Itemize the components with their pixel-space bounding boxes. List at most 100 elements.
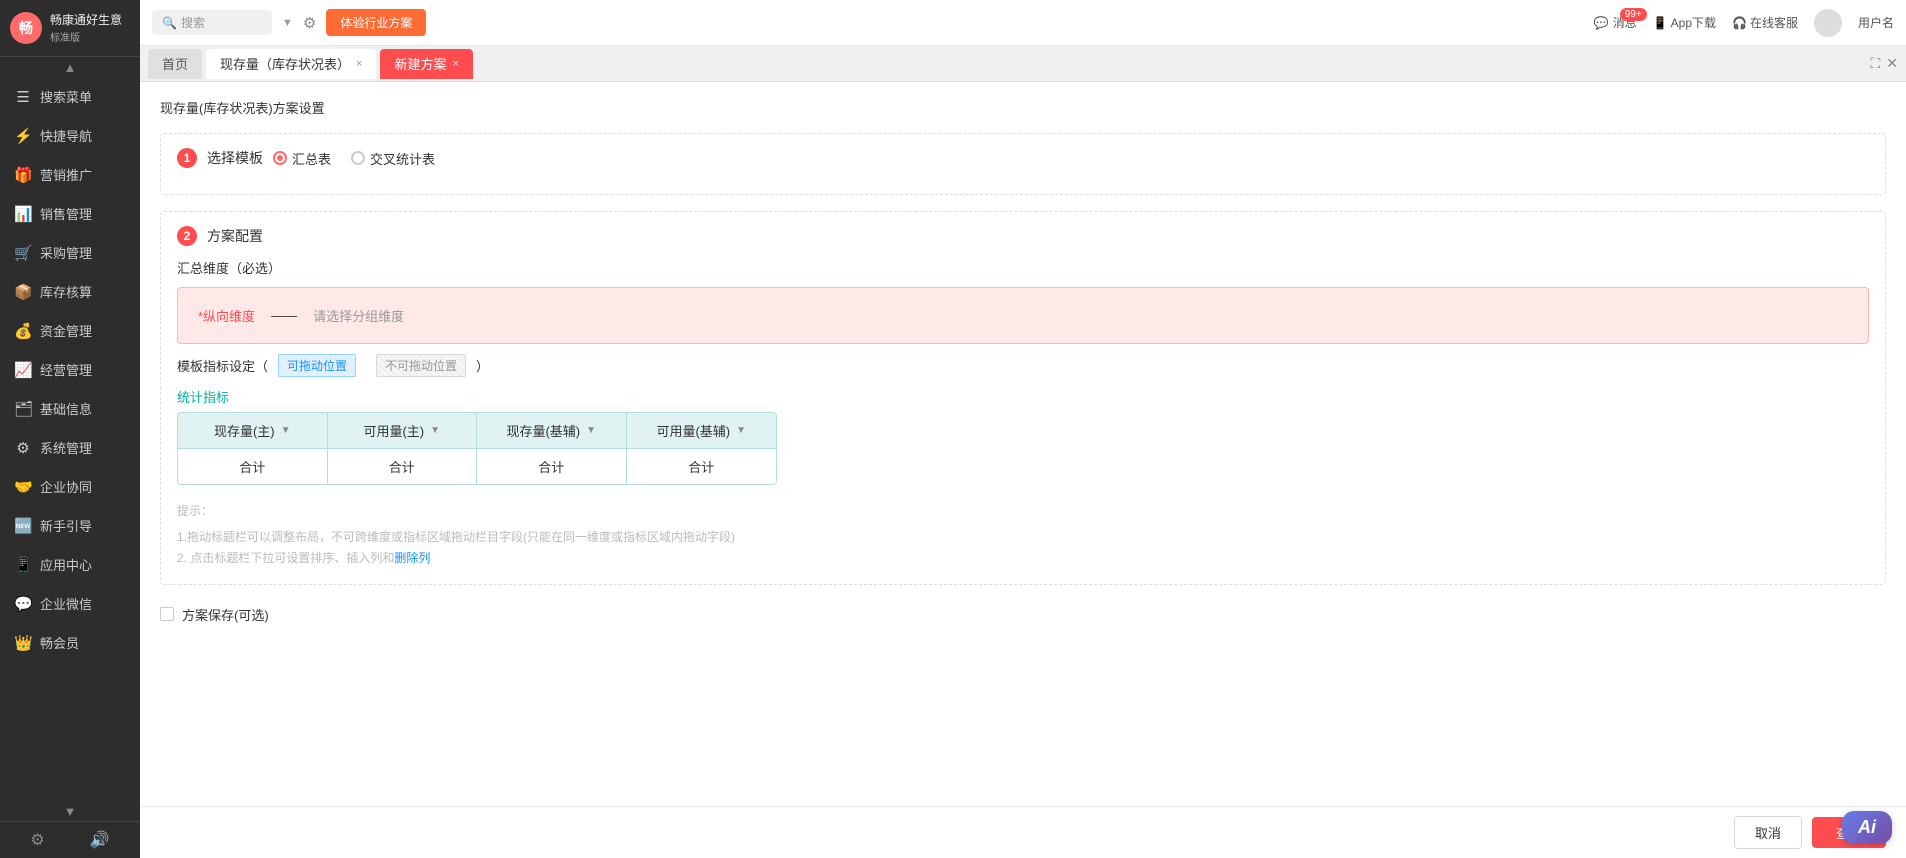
cell-2: 合计 (477, 449, 627, 484)
sidebar-item-basic-info[interactable]: 🗂 基础信息 (0, 389, 140, 428)
step1-badge: 1 (177, 148, 197, 168)
stats-table: 现存量(主) ▼ 可用量(主) ▼ 现存量(基辅) ▼ 可用量(基辅) ▼ (177, 412, 777, 485)
topbar: 🔍 搜索 ▼ ⚙ 体验行业方案 💬 消息 99+ 📱 App下载 🎧 在线客服 … (140, 0, 1906, 46)
sidebar-item-purchase[interactable]: 🛒 采购管理 (0, 233, 140, 272)
sidebar-item-label: 企业微信 (40, 594, 92, 613)
topbar-right: 💬 消息 99+ 📱 App下载 🎧 在线客服 用户名 (1594, 9, 1894, 37)
trial-industry-button[interactable]: 体验行业方案 (326, 9, 426, 36)
col-0-chevron-icon[interactable]: ▼ (281, 425, 291, 436)
cancel-button[interactable]: 取消 (1734, 816, 1802, 849)
col-1-chevron-icon[interactable]: ▼ (430, 425, 440, 436)
radio-summary-table[interactable]: 汇总表 (273, 149, 331, 168)
step2-title: 方案配置 (207, 226, 263, 246)
col-3-chevron-icon[interactable]: ▼ (736, 425, 746, 436)
stats-label: 统计指标 (177, 387, 1869, 406)
app-download-button[interactable]: 📱 App下载 (1653, 14, 1716, 31)
topbar-search[interactable]: 🔍 搜索 (152, 10, 272, 35)
sidebar-item-label: 企业协同 (40, 477, 92, 496)
indicator-suffix: ） (476, 356, 489, 375)
tab-new-plan[interactable]: 新建方案 × (380, 49, 472, 79)
sidebar-item-label: 营销推广 (40, 165, 92, 184)
sidebar-item-sales[interactable]: 📊 销售管理 (0, 194, 140, 233)
indicator-label: 模板指标设定（ (177, 356, 268, 375)
sidebar: 畅 畅康通好生意 标准版 ▲ ☰ 搜索菜单 ⚡ 快捷导航 🎁 营销推广 📊 销售… (0, 0, 140, 858)
tip1: 1.拖动标题栏可以调整布局，不可跨维度或指标区域拖动栏目字段(只能在同一维度或指… (177, 527, 1869, 549)
purchase-icon: 🛒 (14, 244, 32, 262)
sidebar-item-search[interactable]: ☰ 搜索菜单 (0, 77, 140, 116)
save-checkbox[interactable] (160, 607, 174, 621)
vertical-dimension-label: *纵向维度 (198, 306, 255, 325)
vertical-dimension-row: *纵向维度 —— 请选择分组维度 (198, 306, 404, 325)
save-label: 方案保存(可选) (182, 605, 269, 624)
ai-badge[interactable]: Ai (1842, 811, 1892, 844)
tab-inventory-status[interactable]: 现存量（库存状况表） × (206, 49, 376, 79)
tab-home[interactable]: 首页 (148, 49, 202, 79)
sidebar-item-enterprise[interactable]: 🤝 企业协同 (0, 467, 140, 506)
sidebar-item-newbie[interactable]: 🆕 新手引导 (0, 506, 140, 545)
sidebar-item-label: 快捷导航 (40, 126, 92, 145)
main-area: 🔍 搜索 ▼ ⚙ 体验行业方案 💬 消息 99+ 📱 App下载 🎧 在线客服 … (140, 0, 1906, 858)
radio-cross-circle (351, 151, 365, 165)
user-avatar[interactable] (1814, 9, 1842, 37)
finance-icon: 💰 (14, 322, 32, 340)
sidebar-item-vip[interactable]: 👑 畅会员 (0, 623, 140, 662)
settings-icon[interactable]: ⚙ (30, 830, 44, 850)
col-2-chevron-icon[interactable]: ▼ (586, 425, 596, 436)
dimension-area[interactable]: *纵向维度 —— 请选择分组维度 (177, 287, 1869, 344)
sidebar-item-system[interactable]: ⚙ 系统管理 (0, 428, 140, 467)
indicator-setting-row: 模板指标设定（ 可拖动位置 不可拖动位置 ） (177, 354, 1869, 377)
sidebar-item-label: 采购管理 (40, 243, 92, 262)
sidebar-item-label: 搜索菜单 (40, 87, 92, 106)
sidebar-scroll-down[interactable]: ▼ (0, 801, 140, 821)
sidebar-scroll-up[interactable]: ▲ (0, 57, 140, 77)
content-area: 现存量(库存状况表)方案设置 1 选择模板 汇总表 交叉统计表 (140, 82, 1906, 806)
system-icon: ⚙ (14, 439, 32, 457)
marketing-icon: 🎁 (14, 166, 32, 184)
template-radio-group: 汇总表 交叉统计表 (273, 149, 435, 168)
sidebar-item-management[interactable]: 📈 经营管理 (0, 350, 140, 389)
sidebar-menu: ☰ 搜索菜单 ⚡ 快捷导航 🎁 营销推广 📊 销售管理 🛒 采购管理 📦 库存核… (0, 77, 140, 801)
sidebar-item-marketing[interactable]: 🎁 营销推广 (0, 155, 140, 194)
step2-badge: 2 (177, 226, 197, 246)
online-service-button[interactable]: 🎧 在线客服 (1732, 14, 1798, 31)
topbar-chevron-icon[interactable]: ▼ (282, 17, 293, 29)
stats-table-header: 现存量(主) ▼ 可用量(主) ▼ 现存量(基辅) ▼ 可用量(基辅) ▼ (178, 413, 776, 448)
basic-info-icon: 🗂 (14, 400, 32, 418)
message-button[interactable]: 💬 消息 99+ (1594, 14, 1637, 31)
sidebar-item-app-center[interactable]: 📱 应用中心 (0, 545, 140, 584)
radio-cross-table[interactable]: 交叉统计表 (351, 149, 435, 168)
sidebar-item-finance[interactable]: 💰 资金管理 (0, 311, 140, 350)
topbar-gear-icon[interactable]: ⚙ (303, 14, 316, 32)
phone-icon: 📱 (1653, 16, 1668, 30)
sidebar-item-label: 经营管理 (40, 360, 92, 379)
sidebar-item-label: 应用中心 (40, 555, 92, 574)
vip-icon: 👑 (14, 634, 32, 652)
col-header-2-label: 现存量(基辅) (506, 421, 580, 440)
fullscreen-icon[interactable]: ⛶ (1870, 55, 1880, 72)
col-header-1[interactable]: 可用量(主) ▼ (328, 413, 478, 448)
sidebar-item-wechat[interactable]: 💬 企业微信 (0, 584, 140, 623)
tips-title: 提示： (177, 501, 1869, 523)
step2-section: 2 方案配置 汇总维度（必选） *纵向维度 —— 请选择分组维度 模板指标设定（… (160, 211, 1886, 585)
col-header-3[interactable]: 可用量(基辅) ▼ (627, 413, 777, 448)
username-label[interactable]: 用户名 (1858, 14, 1894, 31)
page-title: 现存量(库存状况表)方案设置 (160, 98, 1886, 117)
sidebar-item-inventory[interactable]: 📦 库存核算 (0, 272, 140, 311)
tip2-link[interactable]: 删除列 (394, 551, 430, 565)
radio-summary-circle (273, 151, 287, 165)
app-edition: 标准版 (50, 29, 122, 44)
radio-summary-label: 汇总表 (292, 149, 331, 168)
tab-inventory-close-icon[interactable]: × (356, 58, 362, 70)
sidebar-item-shortcuts[interactable]: ⚡ 快捷导航 (0, 116, 140, 155)
wechat-icon: 💬 (14, 595, 32, 613)
message-badge: 99+ (1620, 8, 1647, 21)
tab-new-close-icon[interactable]: × (452, 58, 458, 70)
col-header-0-label: 现存量(主) (214, 421, 275, 440)
collapse-icon[interactable]: ✕ (1886, 55, 1898, 72)
dim-select-hint[interactable]: 请选择分组维度 (313, 306, 404, 325)
speaker-icon[interactable]: 🔊 (90, 830, 110, 850)
col-header-0[interactable]: 现存量(主) ▼ (178, 413, 328, 448)
cell-1: 合计 (328, 449, 478, 484)
save-option-row: 方案保存(可选) (160, 605, 1886, 624)
col-header-2[interactable]: 现存量(基辅) ▼ (477, 413, 627, 448)
